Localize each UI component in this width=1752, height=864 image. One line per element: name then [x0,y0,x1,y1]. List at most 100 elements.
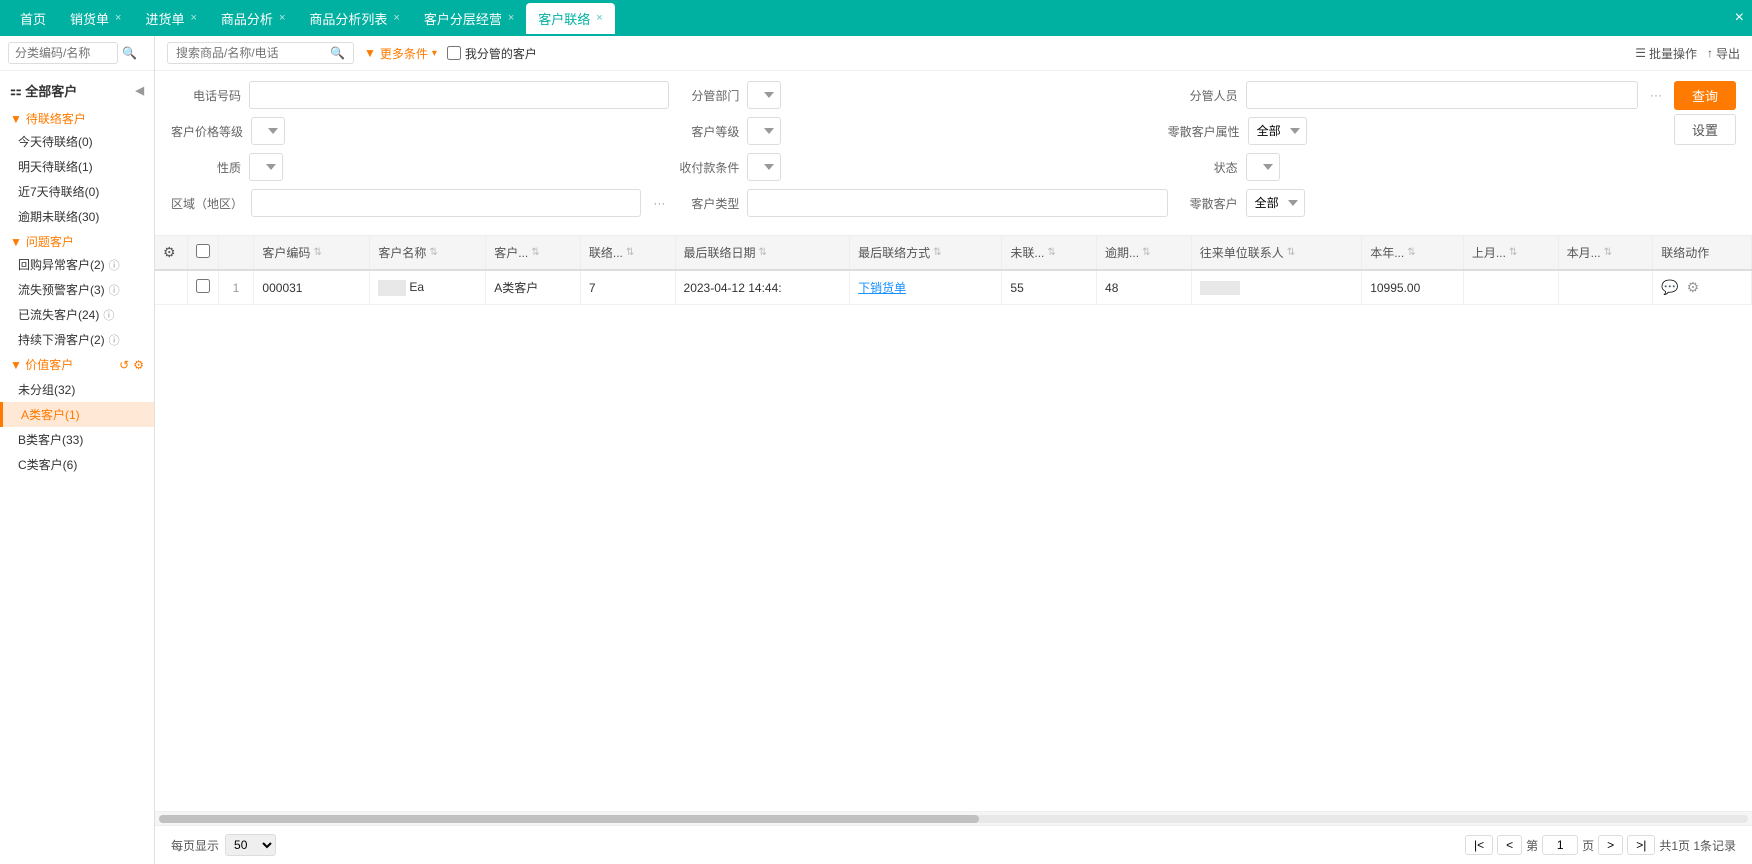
first-page-button[interactable]: |< [1465,835,1493,855]
prev-page-button[interactable]: < [1497,835,1522,855]
sidebar-item-repurchase-anomaly[interactable]: 回购异常客户(2) ⓘ [0,252,154,277]
search-icon[interactable]: 🔍 [330,46,345,60]
toolbar: 🔍 ▼ 更多条件 ▾ 我分管的客户 ☰ 批量操作 ↑ 导出 [155,36,1752,71]
table-lastmonth-header: 上月... ⇅ [1463,236,1558,270]
sidebar-item-b-class[interactable]: B类客户(33) [0,427,154,452]
row-select-checkbox[interactable] [196,279,210,293]
my-customers-checkbox[interactable]: 我分管的客户 [447,45,537,62]
filter-manager: 分管人员 ··· [1168,81,1666,109]
sort-icon[interactable]: ⇅ [1287,247,1295,258]
sidebar-item-churned[interactable]: 已流失客户(24) ⓘ [0,302,154,327]
close-icon[interactable]: × [596,12,602,24]
dept-select[interactable] [747,81,781,109]
dots-icon[interactable]: ··· [1646,88,1666,102]
sort-icon[interactable]: ⇅ [1509,247,1517,258]
next-page-button[interactable]: > [1598,835,1623,855]
current-page-input[interactable] [1542,835,1578,855]
nature-select[interactable] [249,153,283,181]
payment-select[interactable] [747,153,781,181]
category-search-input[interactable] [8,42,118,64]
sort-icon[interactable]: ⇅ [759,247,767,258]
sort-icon[interactable]: ⇅ [429,247,437,258]
chevron-left-icon: ◀ [136,84,144,97]
sort-icon[interactable]: ⇅ [1047,247,1055,258]
table-overdue-header: 逾期... ⇅ [1097,236,1192,270]
select-all-checkbox[interactable] [196,244,210,258]
last-page-button[interactable]: >| [1627,835,1655,855]
sort-icon[interactable]: ⇅ [1142,247,1150,258]
nav-tab-customer-contact[interactable]: 客户联络 × [526,3,614,34]
sort-icon[interactable]: ⇅ [933,247,941,258]
row-lastmethod: 下销货单 [850,270,1002,305]
filter-row-4: 区域（地区） ··· 客户类型 零散客户 全部 [171,189,1666,217]
status-select[interactable] [1246,153,1280,181]
nav-tab-purchase[interactable]: 进货单 × [133,3,208,34]
sidebar-all-customers[interactable]: ⚏ 全部客户 ◀ [0,75,154,106]
dots-icon[interactable]: ··· [649,196,669,210]
more-filter-button[interactable]: ▼ 更多条件 ▾ [364,45,437,62]
nav-tab-analysis-list[interactable]: 商品分析列表 × [297,3,411,34]
table-thisyear-header: 本年... ⇅ [1362,236,1464,270]
nav-tab-analysis[interactable]: 商品分析 × [209,3,297,34]
sort-icon[interactable]: ⇅ [313,247,321,258]
nav-tab-home[interactable]: 首页 [8,3,58,34]
phone-input[interactable] [249,81,669,109]
settings-icon[interactable]: ⚙ [133,358,144,372]
close-icon[interactable]: × [393,12,399,24]
top-nav: 首页 销货单 × 进货单 × 商品分析 × 商品分析列表 × 客户分层经营 × … [0,0,1752,36]
page-label-suffix: 页 [1582,837,1594,854]
customer-table: ⚙ 客户编码 ⇅ [155,236,1752,305]
retail-customer-select[interactable]: 全部 [1246,189,1305,217]
sidebar-item-declining[interactable]: 持续下滑客户(2) ⓘ [0,327,154,352]
query-button[interactable]: 查询 [1674,81,1736,110]
nature-label: 性质 [171,159,241,176]
sort-icon[interactable]: ⇅ [1407,247,1415,258]
region-input[interactable] [251,189,641,217]
settings-button[interactable]: 设置 [1674,114,1736,145]
sidebar-item-c-class[interactable]: C类客户(6) [0,452,154,477]
customer-type-input[interactable] [747,189,1167,217]
close-icon[interactable]: × [508,12,514,24]
sidebar-item-7days[interactable]: 近7天待联络(0) [0,179,154,204]
sidebar-item-churn-warning[interactable]: 流失预警客户(3) ⓘ [0,277,154,302]
horizontal-scrollbar[interactable] [155,811,1752,825]
row-contact: 7 [580,270,675,305]
close-icon[interactable]: × [279,12,285,24]
qr-icon[interactable]: ⚙ [1687,279,1700,296]
sidebar-item-overdue[interactable]: 逾期未联络(30) [0,204,154,229]
close-icon[interactable]: × [115,12,121,24]
last-method-link[interactable]: 下销货单 [858,281,906,295]
customer-level-select[interactable] [747,117,781,145]
sort-icon[interactable]: ⇅ [1604,247,1612,258]
my-customers-check[interactable] [447,46,461,60]
nav-tab-customer-segment[interactable]: 客户分层经营 × [412,3,526,34]
phone-label: 电话号码 [171,87,241,104]
sidebar-item-tomorrow[interactable]: 明天待联络(1) [0,154,154,179]
nav-tab-sales[interactable]: 销货单 × [58,3,133,34]
close-icon[interactable]: × [190,12,196,24]
sidebar-item-today[interactable]: 今天待联络(0) [0,129,154,154]
scrollbar-thumb[interactable] [159,815,979,823]
sidebar-item-ungrouped[interactable]: 未分组(32) [0,377,154,402]
manager-input[interactable] [1246,81,1638,109]
export-button[interactable]: ↑ 导出 [1707,45,1740,62]
search-icon[interactable]: 🔍 [122,46,137,60]
retail-attr-select[interactable]: 全部 [1248,117,1307,145]
sort-icon[interactable]: ⇅ [531,247,539,258]
close-all-button[interactable]: × [1735,9,1744,27]
customer-type-label: 客户类型 [669,195,739,212]
info-icon: ⓘ [109,332,120,348]
chat-icon[interactable]: 💬 [1661,279,1678,296]
sidebar: 🔍 ⚏ 全部客户 ◀ ▼ 待联络客户 今天待联络(0) 明天待联络(1) 近7天… [0,36,155,864]
refresh-icon[interactable]: ↺ [119,358,129,372]
price-level-select[interactable] [251,117,285,145]
sidebar-group-value[interactable]: ▼ 价值客户 ↺ ⚙ [0,352,154,377]
per-page-label: 每页显示 [171,837,219,854]
sort-icon[interactable]: ⇅ [626,247,634,258]
per-page-select[interactable]: 50 100 [225,834,276,856]
sidebar-item-a-class[interactable]: A类客户(1) [0,402,154,427]
batch-op-button[interactable]: ☰ 批量操作 [1635,45,1697,62]
gear-button[interactable]: ⚙ [163,244,176,261]
search-input[interactable] [176,46,326,60]
table-unitcontact-header: 往来单位联系人 ⇅ [1191,236,1362,270]
